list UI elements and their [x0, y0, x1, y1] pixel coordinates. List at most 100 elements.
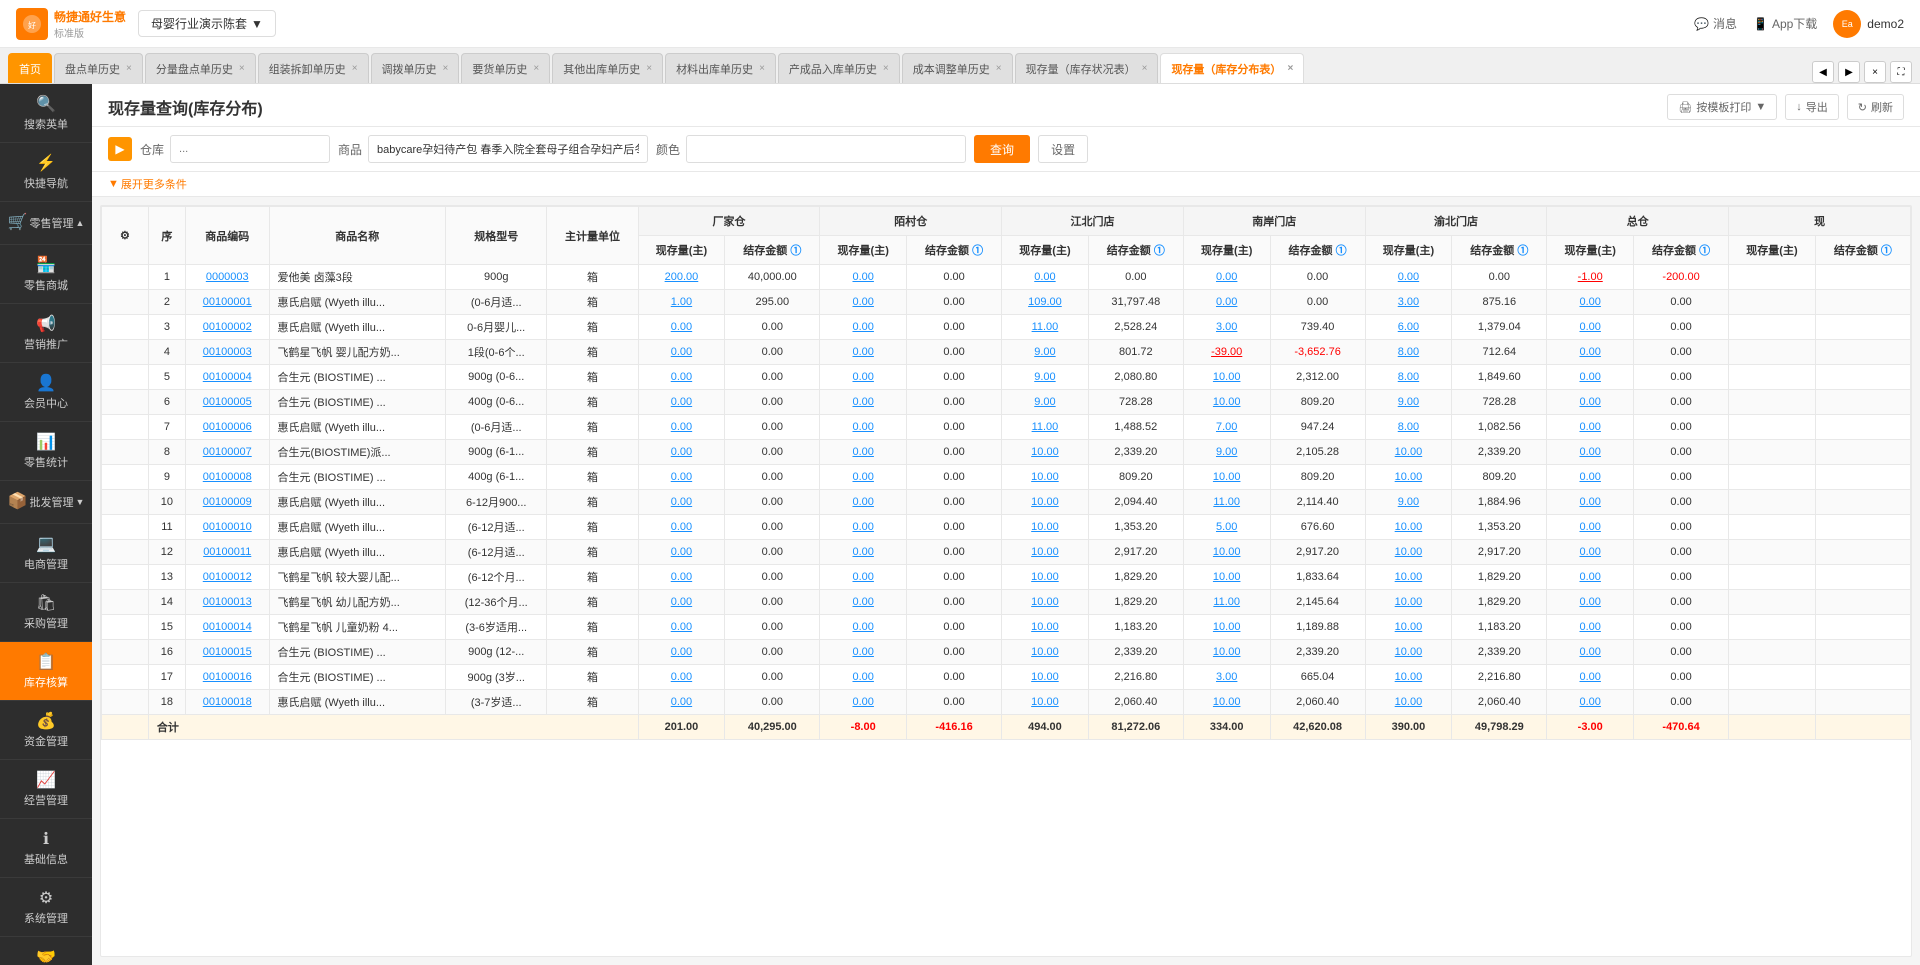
cell-t-qty[interactable]: 0.00 — [1547, 540, 1634, 565]
cell-w4-qty[interactable]: 10.00 — [1183, 615, 1270, 640]
sidebar-item-purchase[interactable]: 🛍 采购管理 — [0, 583, 92, 642]
sidebar-item-system[interactable]: ⚙ 系统管理 — [0, 878, 92, 937]
cell-w5-qty[interactable]: 3.00 — [1365, 290, 1452, 315]
settings-filter-btn[interactable]: 设置 — [1038, 135, 1088, 163]
cell-t-qty[interactable]: 0.00 — [1547, 565, 1634, 590]
cell-t-qty[interactable]: 0.00 — [1547, 490, 1634, 515]
cell-w5-qty[interactable]: 8.00 — [1365, 340, 1452, 365]
cell-w1-qty[interactable]: 0.00 — [638, 665, 725, 690]
cell-w2-qty[interactable]: 0.00 — [820, 290, 907, 315]
cell-w3-qty[interactable]: 10.00 — [1002, 490, 1089, 515]
sidebar-item-quicknav[interactable]: ⚡ 快捷导航 — [0, 143, 92, 202]
cell-w1-qty[interactable]: 0.00 — [638, 390, 725, 415]
tab-close-5[interactable]: × — [533, 63, 539, 74]
cell-code[interactable]: 00100009 — [185, 490, 269, 515]
cell-code[interactable]: 00100007 — [185, 440, 269, 465]
sidebar-item-mall[interactable]: 🏪 零售商城 — [0, 245, 92, 304]
cell-w5-qty[interactable]: 10.00 — [1365, 590, 1452, 615]
cell-w4-qty[interactable]: 10.00 — [1183, 540, 1270, 565]
cell-w2-qty[interactable]: 0.00 — [820, 640, 907, 665]
cell-w3-qty[interactable]: 10.00 — [1002, 615, 1089, 640]
cell-code[interactable]: 00100016 — [185, 665, 269, 690]
cell-w3-qty[interactable]: 10.00 — [1002, 665, 1089, 690]
cell-w5-qty[interactable]: 10.00 — [1365, 665, 1452, 690]
cell-w4-qty[interactable]: 9.00 — [1183, 440, 1270, 465]
expand-conditions-btn[interactable]: ▼ 展开更多条件 — [108, 176, 187, 192]
cell-w4-qty[interactable]: 5.00 — [1183, 515, 1270, 540]
cell-w5-qty[interactable]: 10.00 — [1365, 615, 1452, 640]
cell-w2-qty[interactable]: 0.00 — [820, 315, 907, 340]
cell-t-qty[interactable]: 0.00 — [1547, 365, 1634, 390]
col-settings[interactable]: ⚙ — [102, 207, 149, 265]
cell-t-qty[interactable]: 0.00 — [1547, 440, 1634, 465]
cell-code[interactable]: 00100012 — [185, 565, 269, 590]
cell-w4-qty[interactable]: 3.00 — [1183, 665, 1270, 690]
cell-w5-qty[interactable]: 10.00 — [1365, 640, 1452, 665]
cell-w4-qty[interactable]: 0.00 — [1183, 265, 1270, 290]
tab-close-1[interactable]: × — [126, 63, 132, 74]
cell-w3-qty[interactable]: 0.00 — [1002, 265, 1089, 290]
cell-code[interactable]: 00100006 — [185, 415, 269, 440]
tab-close-6[interactable]: × — [646, 63, 652, 74]
goods-input[interactable] — [368, 135, 648, 163]
cell-w1-qty[interactable]: 0.00 — [638, 515, 725, 540]
sidebar-item-wholesale[interactable]: 📦 批发管理 ▼ — [0, 481, 92, 524]
cell-t-qty[interactable]: 0.00 — [1547, 640, 1634, 665]
cell-code[interactable]: 00100018 — [185, 690, 269, 715]
sidebar-item-ecommerce[interactable]: 💻 电商管理 — [0, 524, 92, 583]
cell-t-qty[interactable]: 0.00 — [1547, 615, 1634, 640]
cell-w2-qty[interactable]: 0.00 — [820, 465, 907, 490]
cell-w1-qty[interactable]: 0.00 — [638, 590, 725, 615]
cell-w4-qty[interactable]: 11.00 — [1183, 490, 1270, 515]
cell-w3-qty[interactable]: 10.00 — [1002, 465, 1089, 490]
cell-code[interactable]: 00100005 — [185, 390, 269, 415]
warehouse-input[interactable] — [170, 135, 330, 163]
cell-code[interactable]: 00100014 — [185, 615, 269, 640]
expand-icon-btn[interactable]: ▶ — [108, 137, 132, 161]
cell-w1-qty[interactable]: 0.00 — [638, 315, 725, 340]
cell-w3-qty[interactable]: 10.00 — [1002, 440, 1089, 465]
color-input[interactable] — [686, 135, 966, 163]
cell-w1-qty[interactable]: 0.00 — [638, 415, 725, 440]
cell-t-qty[interactable]: -1.00 — [1547, 265, 1634, 290]
tab-close-4[interactable]: × — [443, 63, 449, 74]
cell-code[interactable]: 00100011 — [185, 540, 269, 565]
sidebar-item-inventory[interactable]: 📋 库存核算 — [0, 642, 92, 701]
message-action[interactable]: 💬 消息 — [1694, 15, 1737, 32]
app-download-action[interactable]: 📱 App下载 — [1753, 15, 1817, 32]
tab-close-3[interactable]: × — [352, 63, 358, 74]
tab-home[interactable]: 首页 — [8, 53, 52, 83]
cell-t-qty[interactable]: 0.00 — [1547, 340, 1634, 365]
cell-w3-qty[interactable]: 10.00 — [1002, 540, 1089, 565]
cell-w2-qty[interactable]: 0.00 — [820, 440, 907, 465]
tab-next-btn[interactable]: ▶ — [1838, 61, 1860, 83]
tab-7[interactable]: 材料出库单历史 × — [665, 53, 776, 83]
settings-icon[interactable]: ⚙ — [115, 226, 135, 246]
cell-w2-qty[interactable]: 0.00 — [820, 540, 907, 565]
export-btn[interactable]: ↓ 导出 — [1785, 94, 1839, 120]
cell-w1-qty[interactable]: 0.00 — [638, 565, 725, 590]
search-btn[interactable]: 查询 — [974, 135, 1030, 163]
tab-11[interactable]: 现存量（库存分布表） × — [1160, 53, 1304, 83]
sidebar-item-member[interactable]: 👤 会员中心 — [0, 363, 92, 422]
cell-code[interactable]: 00100013 — [185, 590, 269, 615]
cell-w1-qty[interactable]: 0.00 — [638, 540, 725, 565]
tab-3[interactable]: 组装拆卸单历史 × — [258, 53, 369, 83]
tab-6[interactable]: 其他出库单历史 × — [552, 53, 663, 83]
cell-w4-qty[interactable]: 10.00 — [1183, 640, 1270, 665]
sidebar-item-operations[interactable]: 📈 经营管理 — [0, 760, 92, 819]
cell-w4-qty[interactable]: 3.00 — [1183, 315, 1270, 340]
cell-w1-qty[interactable]: 0.00 — [638, 365, 725, 390]
cell-w2-qty[interactable]: 0.00 — [820, 390, 907, 415]
sidebar-item-marketing[interactable]: 📢 营销推广 — [0, 304, 92, 363]
cell-w2-qty[interactable]: 0.00 — [820, 690, 907, 715]
sidebar-item-search[interactable]: 🔍 搜索英单 — [0, 84, 92, 143]
cell-t-qty[interactable]: 0.00 — [1547, 665, 1634, 690]
cell-code[interactable]: 0000003 — [185, 265, 269, 290]
cell-w1-qty[interactable]: 0.00 — [638, 640, 725, 665]
user-menu[interactable]: Ea demo2 — [1833, 10, 1904, 38]
nav-selector[interactable]: 母婴行业演示陈套 ▼ — [138, 10, 276, 37]
cell-w4-qty[interactable]: 7.00 — [1183, 415, 1270, 440]
cell-w5-qty[interactable]: 9.00 — [1365, 490, 1452, 515]
cell-w5-qty[interactable]: 8.00 — [1365, 365, 1452, 390]
